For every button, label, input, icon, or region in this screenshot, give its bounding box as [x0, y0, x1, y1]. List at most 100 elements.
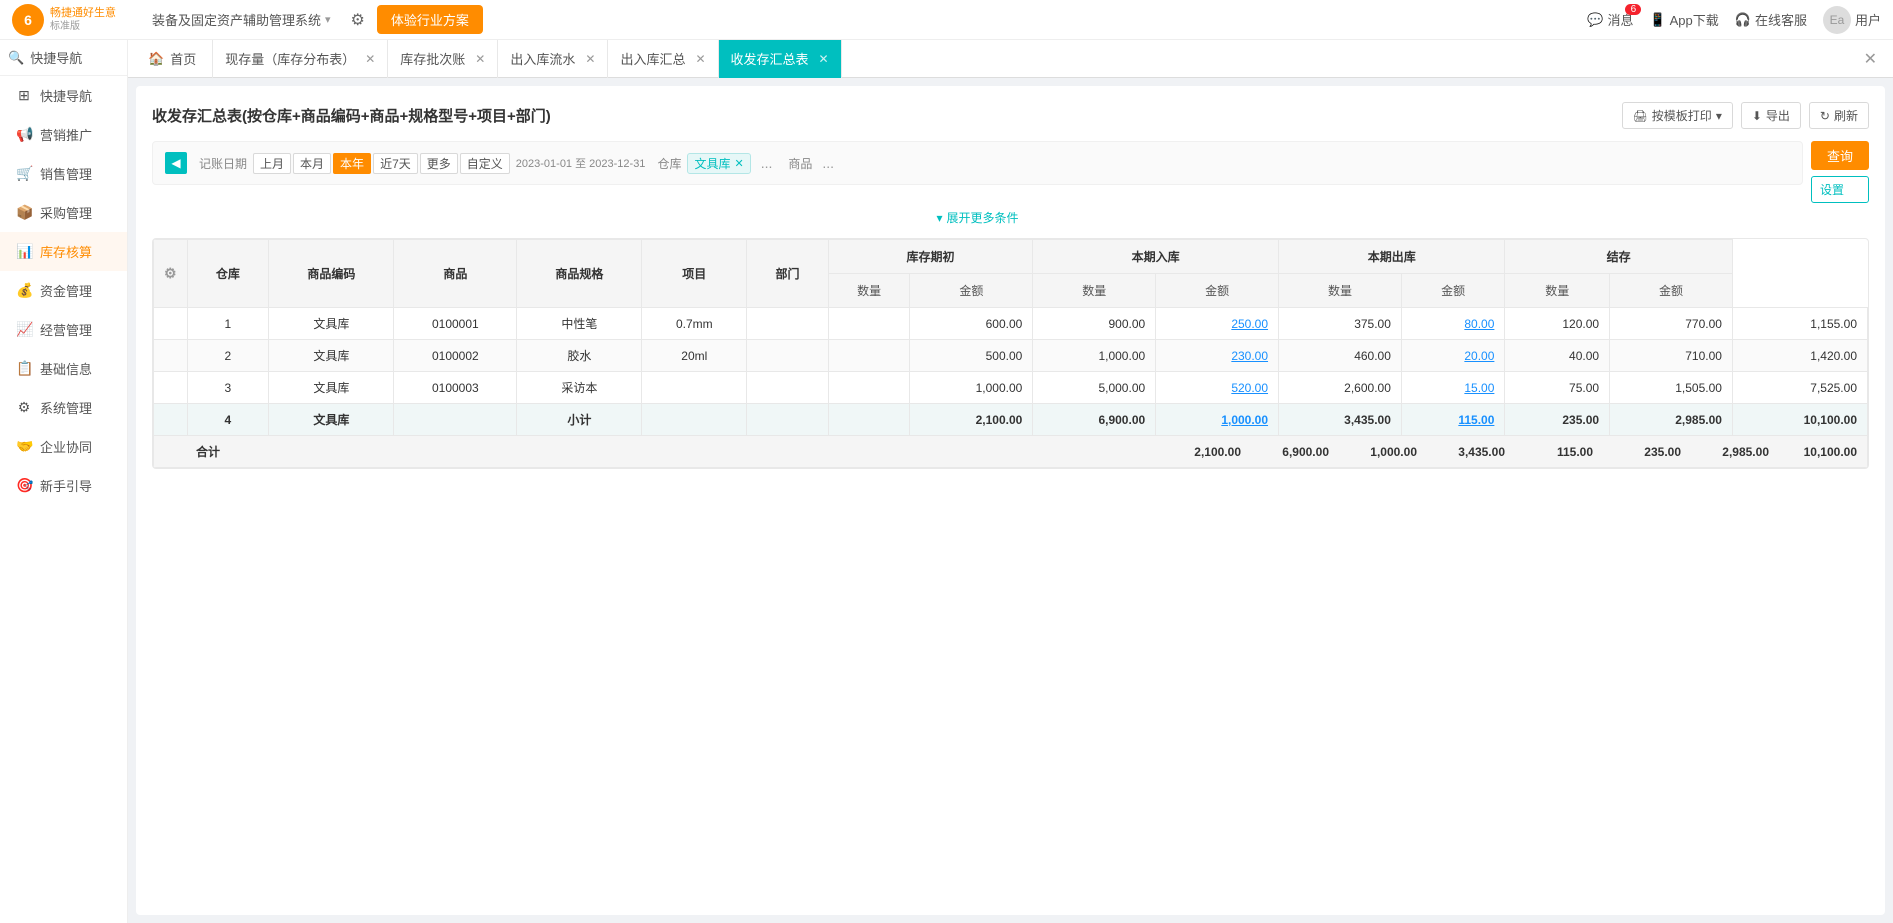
row-goods-code [394, 404, 517, 436]
warehouse-more-button[interactable]: ... [757, 155, 777, 171]
col-header-goods-spec: 商品规格 [517, 240, 642, 308]
row-goods-spec: 20ml [642, 340, 747, 372]
col-group-balance: 结存 [1505, 240, 1733, 274]
row-in-qty[interactable]: 1,000.00 [1156, 404, 1279, 436]
row-dept [828, 372, 910, 404]
goods-filter-group: 商品 ... [788, 155, 838, 172]
sidebar-item-corp[interactable]: 🤝 企业协同 [0, 427, 127, 466]
try-industry-button[interactable]: 体验行业方案 [377, 5, 483, 34]
tab-close-icon[interactable]: ✕ [475, 52, 485, 66]
search-menu-button[interactable]: 🔍 快捷导航 [0, 40, 127, 76]
guide-icon: 🎯 [16, 477, 32, 494]
system-settings-icon[interactable]: ⚙ [351, 10, 365, 30]
row-in-qty[interactable]: 250.00 [1156, 308, 1279, 340]
date-btn-this-month[interactable]: 本月 [293, 153, 331, 174]
row-opening-amt: 1,000.00 [1033, 340, 1156, 372]
date-btn-last-month[interactable]: 上月 [253, 153, 291, 174]
export-button[interactable]: ⬇ 导出 [1741, 102, 1801, 129]
footer-label: 合计 [196, 443, 256, 460]
sidebar-item-label: 采购管理 [40, 203, 92, 222]
tab-inout-summary[interactable]: 出入库汇总 ✕ [608, 40, 718, 78]
tab-close-icon[interactable]: ✕ [819, 52, 829, 66]
headset-icon: 🎧 [1735, 12, 1751, 28]
sidebar-item-quick-nav[interactable]: ⊞ 快捷导航 [0, 76, 127, 115]
row-balance-amt: 10,100.00 [1732, 404, 1867, 436]
tab-inout-flow[interactable]: 出入库流水 ✕ [498, 40, 608, 78]
row-in-amt: 3,435.00 [1279, 404, 1402, 436]
close-all-tabs-button[interactable]: ✕ [1852, 49, 1889, 69]
sidebar-item-sales[interactable]: 🛒 销售管理 [0, 154, 127, 193]
row-out-qty[interactable]: 115.00 [1401, 404, 1505, 436]
row-project [747, 340, 829, 372]
sidebar-item-label: 库存核算 [40, 242, 92, 261]
date-btn-this-year[interactable]: 本年 [333, 153, 371, 174]
warehouse-filter-tag[interactable]: 文具库 ✕ [687, 153, 750, 174]
sidebar-item-label: 营销推广 [40, 125, 92, 144]
warehouse-tag-close-icon[interactable]: ✕ [734, 157, 743, 170]
tab-recv-send-summary[interactable]: 收发存汇总表 ✕ [719, 40, 842, 78]
sidebar-item-finance[interactable]: 💰 资金管理 [0, 271, 127, 310]
tab-close-icon[interactable]: ✕ [365, 52, 375, 66]
row-out-qty[interactable]: 20.00 [1401, 340, 1505, 372]
row-balance-amt: 1,420.00 [1732, 340, 1867, 372]
sales-icon: 🛒 [16, 165, 32, 182]
footer-out-amt: 235.00 [1601, 445, 1681, 459]
row-balance-amt: 7,525.00 [1732, 372, 1867, 404]
online-support-button[interactable]: 🎧 在线客服 [1735, 10, 1807, 29]
tab-stock-dist[interactable]: 现存量（库存分布表） ✕ [213, 40, 388, 78]
row-in-qty[interactable]: 520.00 [1156, 372, 1279, 404]
sidebar-item-guide[interactable]: 🎯 新手引导 [0, 466, 127, 505]
search-icon: 🔍 [8, 50, 24, 66]
tab-home[interactable]: 🏠 首页 [132, 40, 213, 78]
tab-close-icon[interactable]: ✕ [585, 52, 595, 66]
sidebar-item-inventory[interactable]: 📊 库存核算 [0, 232, 127, 271]
filter-toggle-button[interactable]: ◀ [165, 152, 187, 174]
goods-more-button[interactable]: ... [818, 155, 838, 171]
row-opening-qty: 600.00 [910, 308, 1033, 340]
sidebar-item-marketing[interactable]: 📢 营销推广 [0, 115, 127, 154]
row-settings [154, 308, 188, 340]
table-row: 3文具库0100003采访本1,000.005,000.00520.002,60… [154, 372, 1868, 404]
row-dept [828, 404, 910, 436]
refresh-button[interactable]: ↻ 刷新 [1809, 102, 1869, 129]
date-btn-custom[interactable]: 自定义 [460, 153, 510, 174]
footer-balance-qty: 2,985.00 [1689, 445, 1769, 459]
sidebar-item-basic-info[interactable]: 📋 基础信息 [0, 349, 127, 388]
settings-link-button[interactable]: 设置 [1811, 176, 1869, 203]
table-gear-icon[interactable]: ⚙ [164, 265, 177, 281]
user-menu-button[interactable]: Ea 用户 [1823, 6, 1881, 34]
row-warehouse: 文具库 [269, 404, 394, 436]
avatar: Ea [1823, 6, 1851, 34]
expand-conditions-button[interactable]: ▾ 展开更多条件 [936, 209, 1018, 226]
sidebar-item-operations[interactable]: 📈 经营管理 [0, 310, 127, 349]
date-btn-more[interactable]: 更多 [420, 153, 458, 174]
tab-close-icon[interactable]: ✕ [695, 52, 705, 66]
chevron-down-icon: ▾ [936, 211, 942, 225]
row-goods-code: 0100001 [394, 308, 517, 340]
page-content: 收发存汇总表(按仓库+商品编码+商品+规格型号+项目+部门) 🖨 按模板打印 ▾… [136, 86, 1885, 915]
row-in-qty[interactable]: 230.00 [1156, 340, 1279, 372]
row-in-amt: 2,600.00 [1279, 372, 1402, 404]
row-out-qty[interactable]: 15.00 [1401, 372, 1505, 404]
system-dropdown-icon[interactable]: ▾ [325, 13, 331, 26]
row-no: 3 [187, 372, 269, 404]
print-button[interactable]: 🖨 按模板打印 ▾ [1622, 102, 1733, 129]
sidebar-item-system[interactable]: ⚙ 系统管理 [0, 388, 127, 427]
date-btn-7days[interactable]: 近7天 [373, 153, 418, 174]
messages-button[interactable]: 💬 消息 6 [1587, 10, 1633, 29]
row-goods-name: 中性笔 [517, 308, 642, 340]
row-out-qty[interactable]: 80.00 [1401, 308, 1505, 340]
query-button[interactable]: 查询 [1811, 141, 1869, 170]
message-icon: 💬 [1587, 12, 1603, 28]
row-no: 1 [187, 308, 269, 340]
sidebar-item-label: 经营管理 [40, 320, 92, 339]
system-icon: ⚙ [16, 399, 32, 416]
sidebar-item-label: 基础信息 [40, 359, 92, 378]
tab-batch-ledger[interactable]: 库存批次账 ✕ [388, 40, 498, 78]
app-download-button[interactable]: 📱 App下载 [1649, 10, 1718, 29]
sidebar-item-purchase[interactable]: 📦 采购管理 [0, 193, 127, 232]
row-settings [154, 372, 188, 404]
col-header-goods-code: 商品编码 [269, 240, 394, 308]
row-project [747, 372, 829, 404]
page-title: 收发存汇总表(按仓库+商品编码+商品+规格型号+项目+部门) [152, 105, 551, 126]
